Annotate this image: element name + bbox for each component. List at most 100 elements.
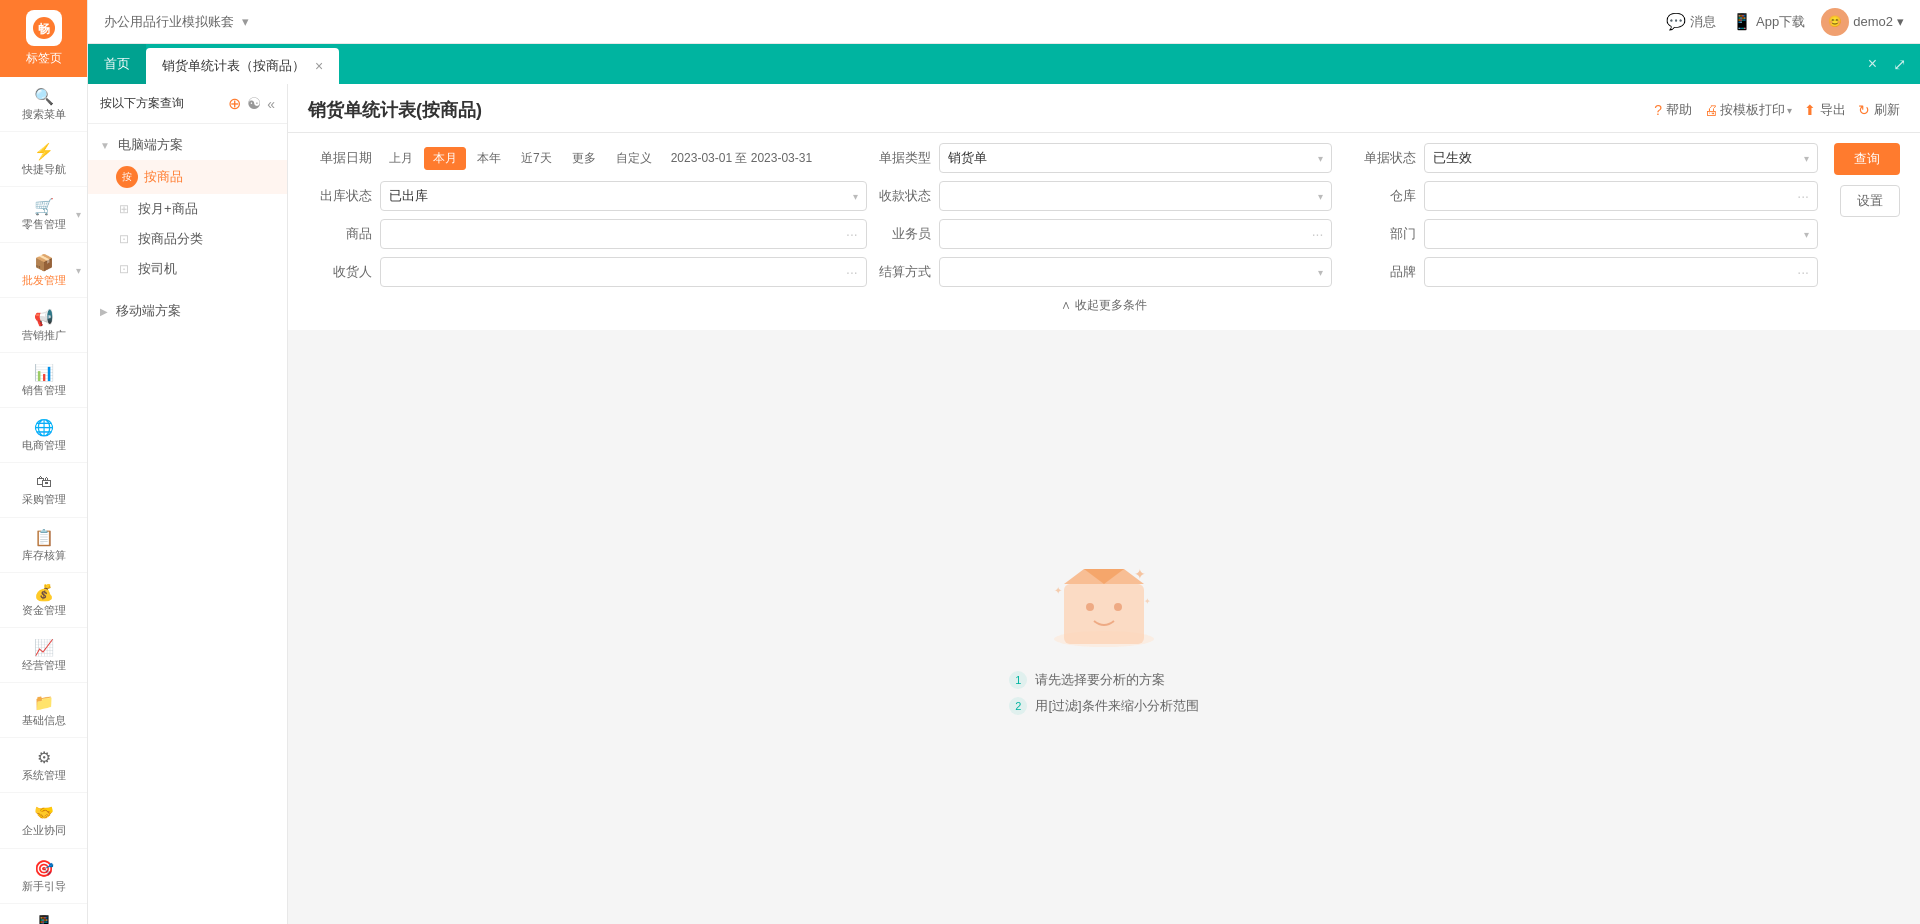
sidebar-label-finance: 资金管理 [22,604,66,617]
tree-arrow-pc: ▼ [100,140,110,151]
filter-doc-type: 单据类型 销货单 ▾ [867,143,1333,173]
logo-icon: 畅 [26,10,62,46]
app-download-btn[interactable]: 📱 App下载 [1732,12,1805,31]
sidebar-item-new-user[interactable]: 🎯 新手引导 [0,849,87,904]
filter-row-1: 单据日期 上月 本月 本年 近7天 更多 自定义 [308,143,1818,173]
date-btn-last-month[interactable]: 上月 [380,147,422,170]
date-btn-more[interactable]: 更多 [563,147,605,170]
tab-sales-stat-label: 销货单统计表（按商品） [162,57,305,75]
sidebar-arrow-wholesale: ▾ [76,264,81,275]
dept-arrow: ▾ [1804,229,1809,240]
sidebar-item-retail[interactable]: 🛒 零售管理 ▾ [0,187,87,242]
collapse-filters-btn[interactable]: ∧ 收起更多条件 [308,291,1900,320]
payment-status-control[interactable]: ▾ [939,181,1333,211]
date-btn-7days[interactable]: 近7天 [512,147,561,170]
sidebar-item-operation[interactable]: 📈 经营管理 [0,628,87,683]
empty-step-1: 1 请先选择要分析的方案 [1009,671,1198,689]
recipient-dots[interactable]: ··· [846,264,858,280]
filter-staff: 业务员 ··· [867,219,1333,249]
by-month-product-icon: ⊞ [116,201,132,217]
sidebar-label-system: 系统管理 [22,769,66,782]
recipient-control[interactable]: ··· [380,257,867,287]
warehouse-status-control[interactable]: 已出库 ▾ [380,181,867,211]
tree-child-by-month-product[interactable]: ⊞ 按月+商品 [88,194,287,224]
tab-close-all-btn[interactable]: × [1864,51,1881,77]
svg-point-4 [1086,603,1094,611]
add-scheme-btn[interactable]: ⊕ [228,94,241,113]
print-btn[interactable]: 🖨 按模板打印 ▾ [1704,101,1792,119]
tab-maximize-btn[interactable]: ⤢ [1889,51,1910,78]
sidebar-item-sales[interactable]: 📊 销售管理 [0,353,87,408]
doc-status-arrow: ▾ [1804,153,1809,164]
help-label: 帮助 [1666,101,1692,119]
sidebar-item-search[interactable]: 🔍 搜索菜单 [0,77,87,132]
tree-child-by-category[interactable]: ⊡ 按商品分类 [88,224,287,254]
step-2-num: 2 [1009,697,1027,715]
sidebar-label-inventory: 库存核算 [22,549,66,562]
tree-child-by-clerk[interactable]: ⊡ 按司机 [88,254,287,284]
staff-control[interactable]: ··· [939,219,1333,249]
sidebar-item-finance[interactable]: 💰 资金管理 [0,573,87,628]
export-btn[interactable]: ⬆ 导出 [1804,101,1846,119]
product-control[interactable]: ··· [380,219,867,249]
sidebar-item-quick-nav[interactable]: ⚡ 快捷导航 [0,132,87,187]
by-product-label: 按商品 [144,168,183,186]
date-btn-this-month[interactable]: 本月 [424,147,466,170]
staff-dots[interactable]: ··· [1312,226,1324,242]
filter-dept: 部门 ▾ [1352,219,1818,249]
left-panel: 按以下方案查询 ⊕ ☯ « ▼ 电脑端方案 按 按商品 ⊞ 按月+ [88,84,288,924]
doc-type-control[interactable]: 销货单 ▾ [939,143,1333,173]
topbar-dropdown-icon[interactable]: ▾ [242,14,249,29]
date-btn-custom[interactable]: 自定义 [607,147,661,170]
tree-parent-mobile[interactable]: ▶ 移动端方案 [88,296,287,326]
main-area: 办公用品行业模拟账套 ▾ 💬 消息 📱 App下载 😊 demo2 ▾ 首 [88,0,1920,924]
sidebar-item-marketing[interactable]: 📢 营销推广 [0,298,87,353]
warehouse-dots[interactable]: ··· [1797,188,1809,204]
filter-date: 单据日期 上月 本月 本年 近7天 更多 自定义 [308,147,867,170]
sidebar-label-sales: 销售管理 [22,384,66,397]
product-label: 商品 [308,225,380,243]
sidebar-item-ecommerce[interactable]: 🌐 电商管理 [0,408,87,463]
date-btn-this-year[interactable]: 本年 [468,147,510,170]
sidebar-label-search: 搜索菜单 [22,108,66,121]
sidebar-item-basic[interactable]: 📁 基础信息 [0,683,87,738]
sidebar-item-app-center[interactable]: 📱 应用中心 [0,904,87,924]
sidebar-item-purchase[interactable]: 🛍 采购管理 [0,463,87,517]
settlement-control[interactable]: ▾ [939,257,1333,287]
warehouse-control[interactable]: ··· [1424,181,1818,211]
warehouse-status-arrow: ▾ [853,191,858,202]
edit-scheme-btn[interactable]: ☯ [247,94,261,113]
empty-steps: 1 请先选择要分析的方案 2 用[过滤]条件来缩小分析范围 [1009,671,1198,715]
filter-brand: 品牌 ··· [1352,257,1818,287]
tree-child-by-product[interactable]: 按 按商品 [88,160,287,194]
sidebar-icon-new-user: 🎯 [34,859,54,878]
message-label: 消息 [1690,13,1716,31]
settlement-arrow: ▾ [1318,267,1323,278]
refresh-btn[interactable]: ↻ 刷新 [1858,101,1900,119]
tab-home[interactable]: 首页 [88,44,146,84]
query-btn[interactable]: 查询 [1834,143,1900,175]
tab-bar: 首页 销货单统计表（按商品） × × ⤢ [88,44,1920,84]
tab-close-btn[interactable]: × [315,58,323,74]
doc-status-control[interactable]: 已生效 ▾ [1424,143,1818,173]
svg-rect-3 [1064,584,1144,644]
brand-control[interactable]: ··· [1424,257,1818,287]
by-category-icon: ⊡ [116,231,132,247]
by-clerk-label: 按司机 [138,260,177,278]
brand-dots[interactable]: ··· [1797,264,1809,280]
sidebar-item-inventory[interactable]: 📋 库存核算 [0,518,87,573]
sidebar-item-system[interactable]: ⚙ 系统管理 [0,738,87,793]
settings-btn[interactable]: 设置 [1840,185,1900,217]
sidebar-item-enterprise-collab[interactable]: 🤝 企业协同 [0,793,87,848]
dept-control[interactable]: ▾ [1424,219,1818,249]
tree-parent-pc[interactable]: ▼ 电脑端方案 [88,130,287,160]
svg-text:✦: ✦ [1054,585,1062,596]
sidebar-item-wholesale[interactable]: 📦 批发管理 ▾ [0,243,87,298]
export-label: 导出 [1820,101,1846,119]
help-btn[interactable]: ? 帮助 [1654,101,1692,119]
tab-sales-stat[interactable]: 销货单统计表（按商品） × [146,48,339,84]
product-dots[interactable]: ··· [846,226,858,242]
user-avatar-btn[interactable]: 😊 demo2 ▾ [1821,8,1904,36]
message-btn[interactable]: 💬 消息 [1666,12,1716,31]
collapse-panel-btn[interactable]: « [267,96,275,112]
